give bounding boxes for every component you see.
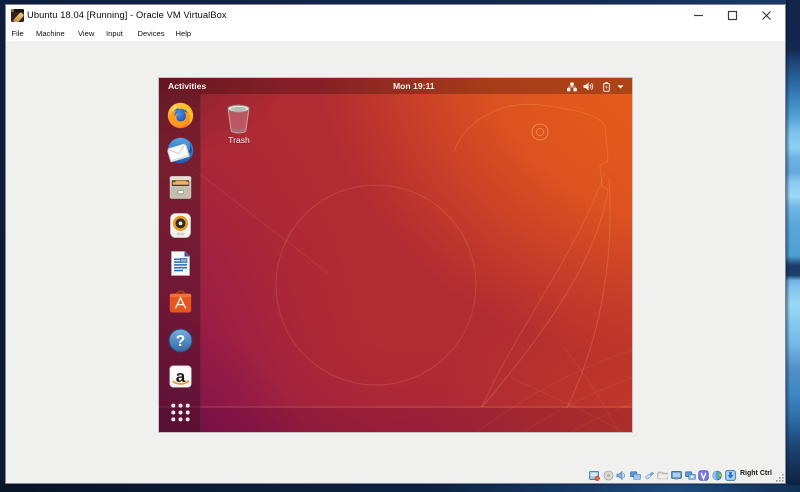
svg-text:?: ?	[176, 333, 185, 350]
